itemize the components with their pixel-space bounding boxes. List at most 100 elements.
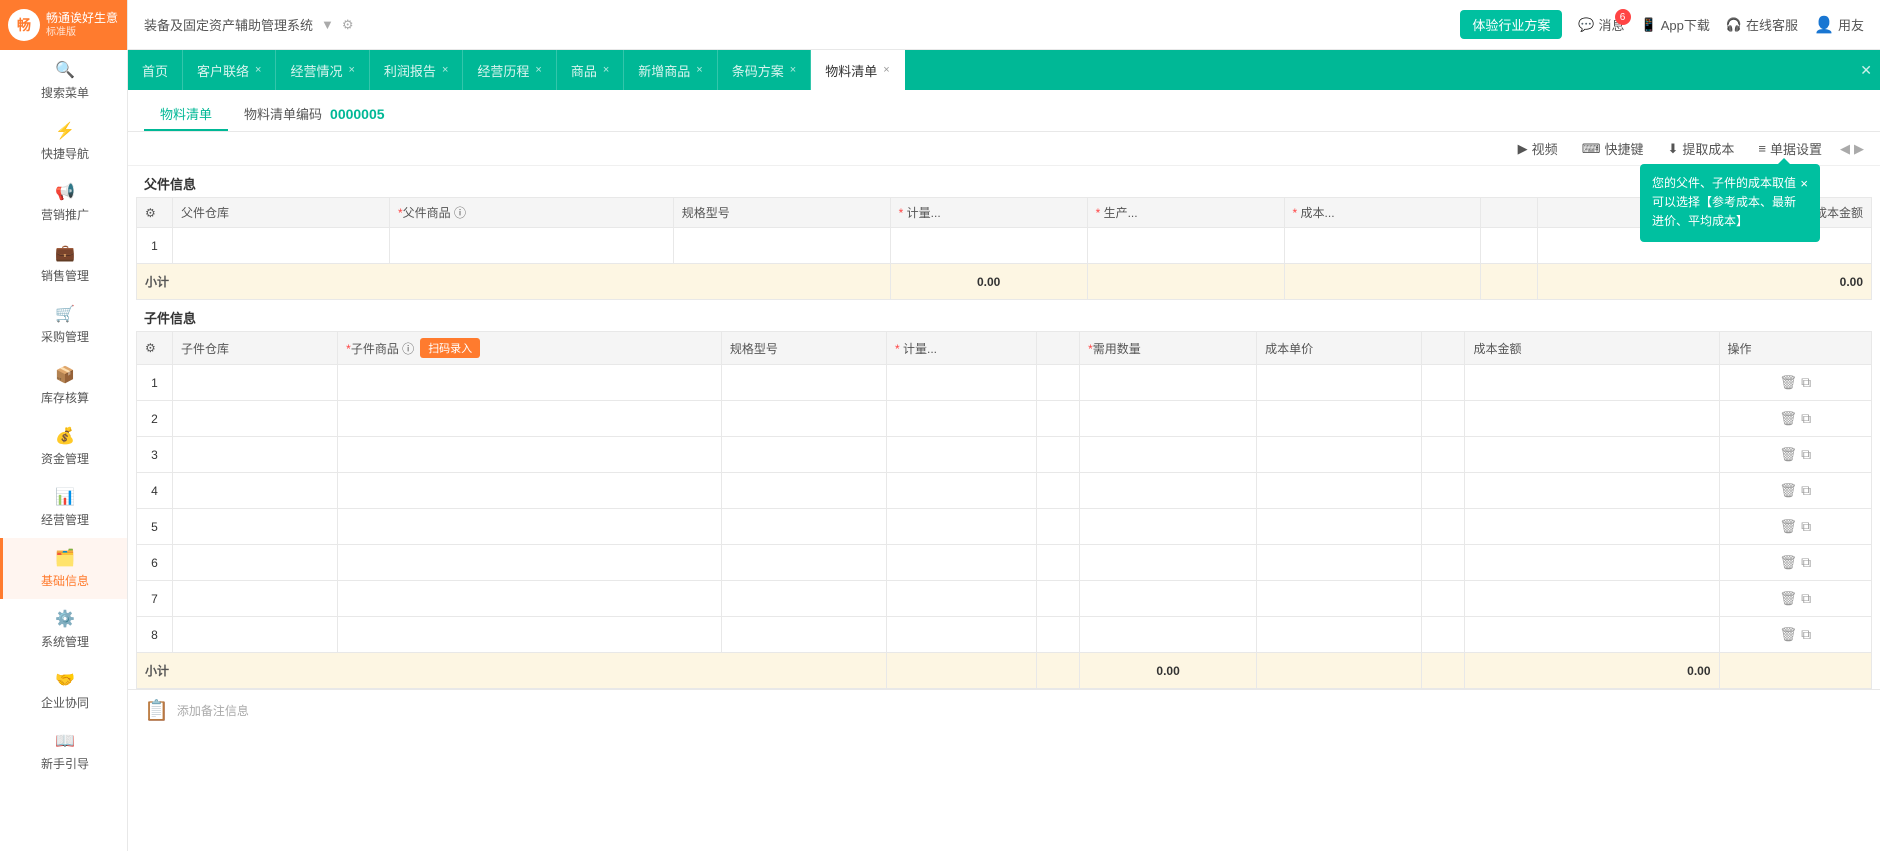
child-goods-cell[interactable] xyxy=(338,581,722,617)
video-btn[interactable]: ▶ 视频 xyxy=(1512,136,1564,161)
sidebar-item-quick-nav[interactable]: ⚡ 快捷导航 xyxy=(0,111,127,172)
child-qty-cell[interactable] xyxy=(1080,617,1257,653)
child-goods-cell[interactable] xyxy=(338,437,722,473)
child-qty-cell[interactable] xyxy=(1080,401,1257,437)
child-spec-cell[interactable] xyxy=(721,473,886,509)
tab-operations[interactable]: 经营情况 × xyxy=(276,50,369,90)
parent-spec-cell[interactable] xyxy=(673,228,890,264)
child-price-cell[interactable] xyxy=(1257,437,1422,473)
sidebar-item-enterprise[interactable]: 🤝 企业协同 xyxy=(0,660,127,721)
child-price-cell[interactable] xyxy=(1257,581,1422,617)
tab-close-icon[interactable]: × xyxy=(790,64,796,76)
parent-cost-cell[interactable] xyxy=(1284,228,1481,264)
sidebar-item-basic-info[interactable]: 🗂️ 基础信息 xyxy=(0,538,127,599)
delete-icon[interactable]: 🗑 xyxy=(1779,518,1797,535)
sidebar-item-search[interactable]: 🔍 搜索菜单 xyxy=(0,50,127,111)
child-spec-cell[interactable] xyxy=(721,545,886,581)
child-goods-cell[interactable] xyxy=(338,365,722,401)
copy-icon[interactable]: ⧉ xyxy=(1801,590,1811,607)
delete-icon[interactable]: 🗑 xyxy=(1779,554,1797,571)
copy-icon[interactable]: ⧉ xyxy=(1801,626,1811,643)
child-spec-cell[interactable] xyxy=(721,617,886,653)
child-qty-cell[interactable] xyxy=(1080,509,1257,545)
child-price-cell[interactable] xyxy=(1257,401,1422,437)
shortcut-btn[interactable]: ⌨ 快捷键 xyxy=(1576,136,1650,161)
child-price-cell[interactable] xyxy=(1257,473,1422,509)
copy-icon[interactable]: ⧉ xyxy=(1801,374,1811,391)
dropdown-arrow-icon[interactable]: ▼ xyxy=(321,17,334,32)
child-warehouse-cell[interactable] xyxy=(173,365,338,401)
child-unit-cell[interactable] xyxy=(886,437,1036,473)
sidebar-item-purchase[interactable]: 🛒 采购管理 xyxy=(0,294,127,355)
tab-goods[interactable]: 商品 × xyxy=(557,50,624,90)
delete-icon[interactable]: 🗑 xyxy=(1779,446,1797,463)
tab-bom[interactable]: 物料清单 × xyxy=(811,50,904,90)
child-warehouse-cell[interactable] xyxy=(173,509,338,545)
tab-new-goods[interactable]: 新增商品 × xyxy=(624,50,717,90)
parent-warehouse-cell[interactable] xyxy=(173,228,390,264)
gear-icon[interactable]: ⚙ xyxy=(342,17,354,33)
child-goods-cell[interactable] xyxy=(338,509,722,545)
child-warehouse-cell[interactable] xyxy=(173,473,338,509)
tab-barcode[interactable]: 条码方案 × xyxy=(718,50,811,90)
child-qty-cell[interactable] xyxy=(1080,437,1257,473)
app-download-item[interactable]: 📱 App下载 xyxy=(1641,15,1710,34)
child-price-cell[interactable] xyxy=(1257,617,1422,653)
child-qty-cell[interactable] xyxy=(1080,545,1257,581)
sidebar-item-finance[interactable]: 💰 资金管理 xyxy=(0,416,127,477)
delete-icon[interactable]: 🗑 xyxy=(1779,590,1797,607)
tab-close-icon[interactable]: × xyxy=(535,64,541,76)
user-item[interactable]: 👤 用友 xyxy=(1814,15,1864,35)
child-warehouse-cell[interactable] xyxy=(173,545,338,581)
tab-close-icon[interactable]: × xyxy=(696,64,702,76)
extract-cost-btn[interactable]: ⬇ 提取成本 xyxy=(1661,136,1740,161)
tab-close-icon[interactable]: × xyxy=(603,64,609,76)
child-warehouse-cell[interactable] xyxy=(173,401,338,437)
sidebar-item-inventory[interactable]: 📦 库存核算 xyxy=(0,355,127,416)
tab-close-icon[interactable]: × xyxy=(442,64,448,76)
child-price-cell[interactable] xyxy=(1257,509,1422,545)
child-qty-cell[interactable] xyxy=(1080,365,1257,401)
child-spec-cell[interactable] xyxy=(721,509,886,545)
sidebar-item-guide[interactable]: 📖 新手引导 xyxy=(0,721,127,782)
parent-unit-cell[interactable] xyxy=(890,228,1087,264)
sidebar-item-system[interactable]: ⚙️ 系统管理 xyxy=(0,599,127,660)
child-unit-cell[interactable] xyxy=(886,401,1036,437)
copy-icon[interactable]: ⧉ xyxy=(1801,482,1811,499)
scan-input-btn[interactable]: 扫码录入 xyxy=(420,338,480,358)
tab-close-active-icon[interactable]: × xyxy=(883,64,889,76)
child-warehouse-cell[interactable] xyxy=(173,617,338,653)
parent-goods-cell[interactable] xyxy=(389,228,673,264)
next-btn[interactable]: ▶ xyxy=(1854,141,1864,157)
child-goods-cell[interactable] xyxy=(338,617,722,653)
child-spec-cell[interactable] xyxy=(721,581,886,617)
tab-history[interactable]: 经营历程 × xyxy=(463,50,556,90)
copy-icon[interactable]: ⧉ xyxy=(1801,410,1811,427)
child-goods-cell[interactable] xyxy=(338,545,722,581)
child-price-cell[interactable] xyxy=(1257,365,1422,401)
child-warehouse-cell[interactable] xyxy=(173,437,338,473)
child-qty-cell[interactable] xyxy=(1080,581,1257,617)
child-goods-cell[interactable] xyxy=(338,473,722,509)
tab-customer[interactable]: 客户联络 × xyxy=(183,50,276,90)
sidebar-item-operations[interactable]: 📊 经营管理 xyxy=(0,477,127,538)
tab-home[interactable]: 首页 xyxy=(128,50,183,90)
prev-btn[interactable]: ◀ xyxy=(1840,141,1850,157)
copy-icon[interactable]: ⧉ xyxy=(1801,518,1811,535)
delete-icon[interactable]: 🗑 xyxy=(1779,410,1797,427)
child-unit-cell[interactable] xyxy=(886,365,1036,401)
sidebar-item-marketing[interactable]: 📢 营销推广 xyxy=(0,172,127,233)
message-item[interactable]: 💬 消息 6 xyxy=(1578,15,1624,34)
child-spec-cell[interactable] xyxy=(721,365,886,401)
close-all-tabs-btn[interactable]: ✕ xyxy=(1860,62,1872,79)
sub-tab-bom[interactable]: 物料清单 xyxy=(144,98,228,131)
tab-close-icon[interactable]: × xyxy=(348,64,354,76)
sidebar-item-sales[interactable]: 💼 销售管理 xyxy=(0,233,127,294)
try-industry-btn[interactable]: 体验行业方案 xyxy=(1460,10,1562,39)
child-unit-cell[interactable] xyxy=(886,617,1036,653)
child-unit-cell[interactable] xyxy=(886,545,1036,581)
child-warehouse-cell[interactable] xyxy=(173,581,338,617)
child-goods-cell[interactable] xyxy=(338,401,722,437)
tab-profit[interactable]: 利润报告 × xyxy=(370,50,463,90)
child-price-cell[interactable] xyxy=(1257,545,1422,581)
